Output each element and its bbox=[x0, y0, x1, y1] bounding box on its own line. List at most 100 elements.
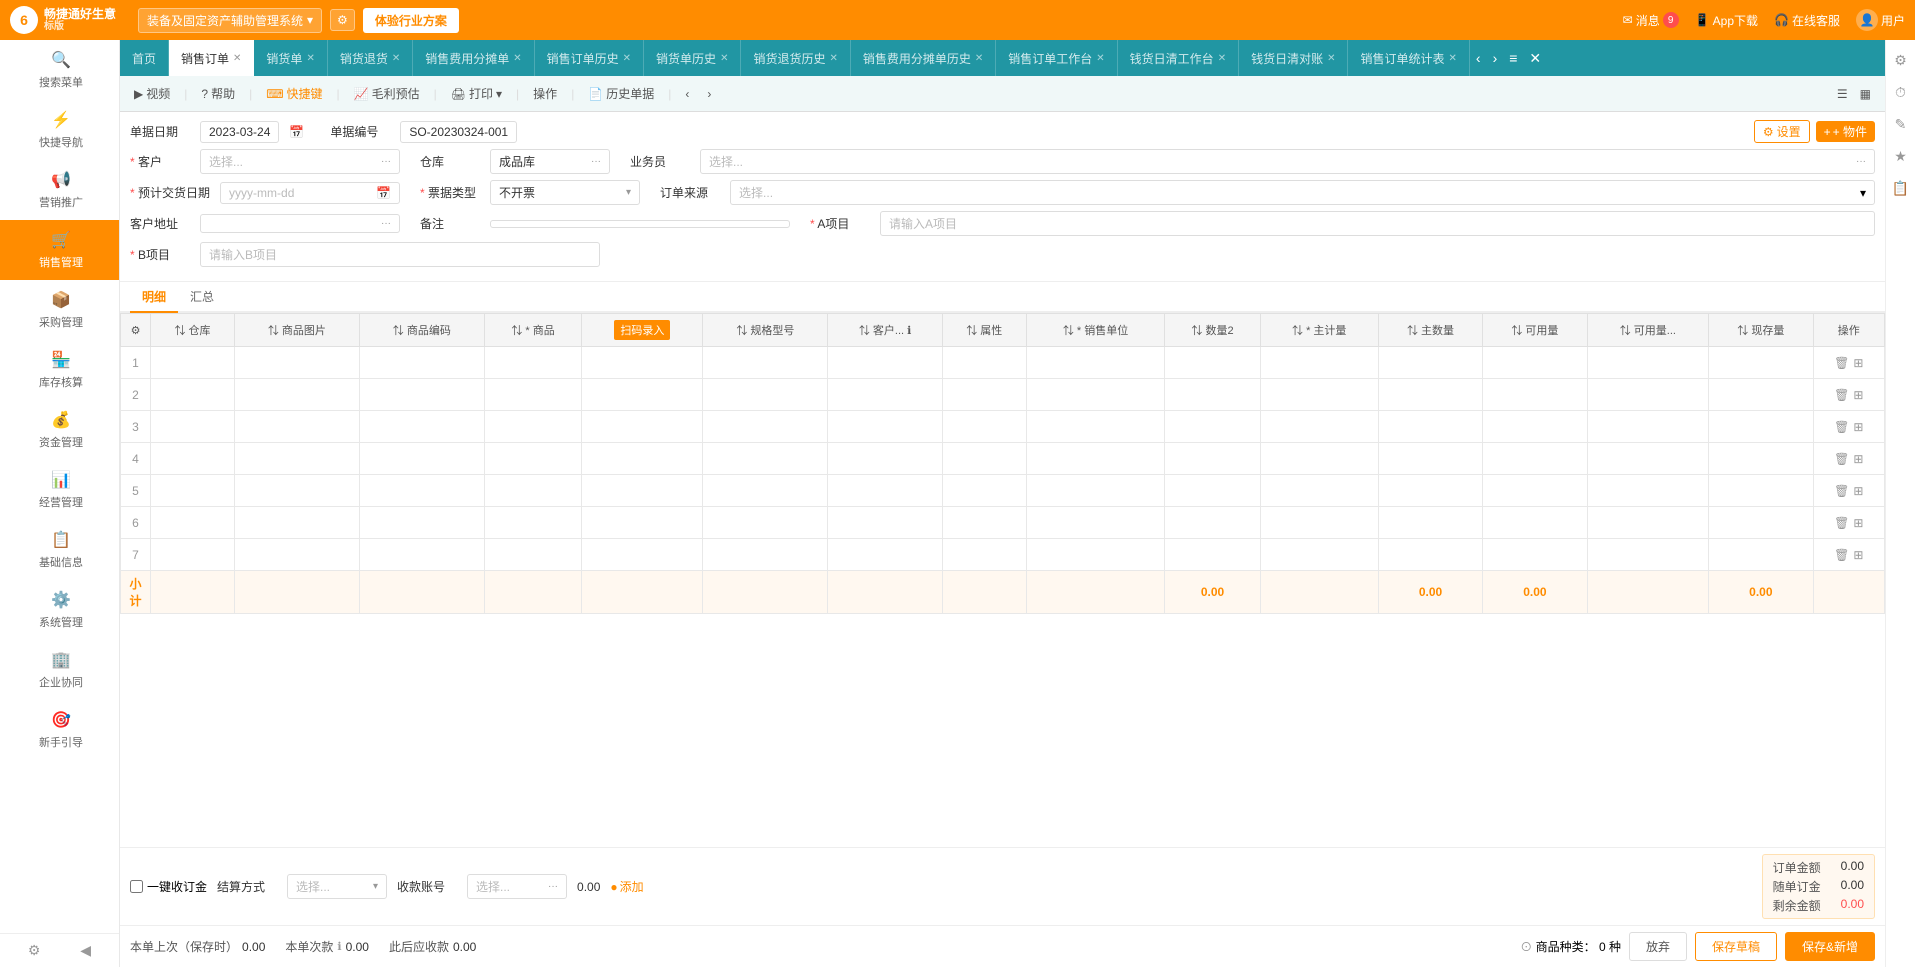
tab-close-all-btn[interactable]: ✕ bbox=[1523, 50, 1547, 67]
table-cell-row4-col8[interactable] bbox=[942, 443, 1026, 475]
close-tab-sales-expense[interactable]: ✕ bbox=[513, 53, 521, 64]
right-panel-star-icon[interactable]: ★ bbox=[1889, 144, 1913, 168]
sidebar-item-finance[interactable]: 💰 资金管理 bbox=[0, 400, 119, 460]
table-cell-row5-col16[interactable]: 🗑⊞ bbox=[1813, 475, 1884, 507]
table-cell-row1-col9[interactable] bbox=[1026, 347, 1165, 379]
col-available2[interactable]: ⇅ 可用量... bbox=[1587, 314, 1709, 347]
table-cell-row3-col13[interactable] bbox=[1483, 411, 1587, 443]
operate-btn[interactable]: 操作 bbox=[529, 83, 561, 104]
table-cell-row2-col10[interactable] bbox=[1165, 379, 1260, 411]
profit-btn[interactable]: 📈 毛利预估 bbox=[350, 83, 424, 104]
save-new-btn[interactable]: 保存&新增 bbox=[1785, 932, 1875, 961]
copy-icon-row6[interactable]: ⊞ bbox=[1853, 516, 1863, 530]
sidebar-collapse-icon[interactable]: ◀ bbox=[80, 942, 91, 959]
close-tab-daily-clear-workbench[interactable]: ✕ bbox=[1218, 53, 1226, 64]
address-more-icon[interactable]: ··· bbox=[381, 218, 391, 229]
settings-icon[interactable]: ⚙ bbox=[330, 9, 355, 31]
table-cell-row7-col12[interactable] bbox=[1378, 539, 1482, 571]
close-tab-sales-order-history[interactable]: ✕ bbox=[623, 53, 631, 64]
table-cell-row7-col10[interactable] bbox=[1165, 539, 1260, 571]
user-avatar[interactable]: 👤 用户 bbox=[1856, 9, 1905, 31]
sidebar-item-marketing[interactable]: 📢 营销推广 bbox=[0, 160, 119, 220]
table-cell-row5-col4[interactable] bbox=[484, 475, 582, 507]
right-panel-settings-icon[interactable]: ⚙ bbox=[1889, 48, 1913, 72]
address-field[interactable]: ··· bbox=[200, 214, 400, 233]
print-btn[interactable]: 🖨 打印 ▾ bbox=[447, 83, 506, 104]
table-cell-row1-col5[interactable] bbox=[582, 347, 703, 379]
table-cell-row7-col2[interactable] bbox=[234, 539, 359, 571]
add-item-btn[interactable]: + + 物件 bbox=[1816, 121, 1875, 142]
tab-sales-summary[interactable]: 销售订单统计表 ✕ bbox=[1348, 40, 1469, 76]
table-cell-row6-col6[interactable] bbox=[703, 507, 828, 539]
table-cell-row1-col6[interactable] bbox=[703, 347, 828, 379]
toolbar-table-icon[interactable]: ▦ bbox=[1856, 85, 1875, 103]
close-tab-sales-order[interactable]: ✕ bbox=[233, 53, 241, 64]
tab-sales-expense[interactable]: 销售费用分摊单 ✕ bbox=[413, 40, 534, 76]
table-cell-row4-col6[interactable] bbox=[703, 443, 828, 475]
remark-field[interactable] bbox=[490, 220, 790, 228]
salesman-more-icon[interactable]: ··· bbox=[1856, 156, 1866, 167]
tab-sales-workbench[interactable]: 销售订单工作台 ✕ bbox=[996, 40, 1117, 76]
warehouse-more-icon[interactable]: ··· bbox=[591, 156, 601, 167]
table-cell-row6-col7[interactable] bbox=[828, 507, 942, 539]
customer-more-icon[interactable]: ··· bbox=[381, 156, 391, 167]
setup-btn[interactable]: ⚙ 设置 bbox=[1754, 120, 1810, 143]
tab-daily-clear-reconcile[interactable]: 钱货日清对账 ✕ bbox=[1239, 40, 1348, 76]
app-download-btn[interactable]: 📱 App下载 bbox=[1695, 12, 1758, 29]
sidebar-settings-icon[interactable]: ⚙ bbox=[28, 942, 41, 959]
tab-sales-order[interactable]: 销售订单 ✕ bbox=[169, 40, 254, 76]
table-cell-row5-col3[interactable] bbox=[359, 475, 484, 507]
table-cell-row5-col7[interactable] bbox=[828, 475, 942, 507]
add-payment-btn[interactable]: ● 添加 bbox=[610, 878, 643, 895]
table-cell-row3-col5[interactable] bbox=[582, 411, 703, 443]
tab-sales-expense-history[interactable]: 销售费用分摊单历史 ✕ bbox=[851, 40, 996, 76]
table-cell-row2-col4[interactable] bbox=[484, 379, 582, 411]
table-cell-row5-col1[interactable] bbox=[151, 475, 235, 507]
table-cell-row2-col7[interactable] bbox=[828, 379, 942, 411]
tab-sales-return[interactable]: 销货退货 ✕ bbox=[328, 40, 413, 76]
toolbar-prev-btn[interactable]: ‹ bbox=[681, 85, 693, 103]
table-cell-row1-col15[interactable] bbox=[1709, 347, 1813, 379]
table-cell-row1-col1[interactable] bbox=[151, 347, 235, 379]
toolbar-grid-icon[interactable]: ☰ bbox=[1833, 85, 1852, 103]
table-cell-row6-col4[interactable] bbox=[484, 507, 582, 539]
bank-more-icon[interactable]: ··· bbox=[548, 881, 558, 892]
col-available[interactable]: ⇅ 可用量 bbox=[1483, 314, 1587, 347]
table-cell-row2-col14[interactable] bbox=[1587, 379, 1709, 411]
message-btn[interactable]: ✉ 消息 9 bbox=[1623, 12, 1679, 29]
system-selector[interactable]: 装备及固定资产辅助管理系统 ▾ bbox=[138, 8, 322, 33]
table-cell-row1-col11[interactable] bbox=[1260, 347, 1378, 379]
table-cell-row4-col13[interactable] bbox=[1483, 443, 1587, 475]
table-cell-row5-col11[interactable] bbox=[1260, 475, 1378, 507]
right-panel-edit-icon[interactable]: ✎ bbox=[1889, 112, 1913, 136]
table-cell-row7-col8[interactable] bbox=[942, 539, 1026, 571]
table-cell-row2-col6[interactable] bbox=[703, 379, 828, 411]
table-cell-row4-col11[interactable] bbox=[1260, 443, 1378, 475]
table-cell-row4-col1[interactable] bbox=[151, 443, 235, 475]
col-qty2[interactable]: ⇅ 数量2 bbox=[1165, 314, 1260, 347]
table-cell-row6-col14[interactable] bbox=[1587, 507, 1709, 539]
b-project-field[interactable]: 请输入B项目 bbox=[200, 242, 600, 267]
order-source-field[interactable]: 选择... ▾ bbox=[730, 180, 1875, 205]
table-cell-row7-col13[interactable] bbox=[1483, 539, 1587, 571]
table-cell-row2-col5[interactable] bbox=[582, 379, 703, 411]
customer-field[interactable]: 选择... ··· bbox=[200, 149, 400, 174]
table-cell-row4-col9[interactable] bbox=[1026, 443, 1165, 475]
sidebar-item-system[interactable]: ⚙️ 系统管理 bbox=[0, 580, 119, 640]
table-cell-row4-col5[interactable] bbox=[582, 443, 703, 475]
history-btn[interactable]: 📄 历史单据 bbox=[584, 83, 658, 104]
delivery-date-calendar-icon[interactable]: 📅 bbox=[376, 186, 391, 200]
a-project-field[interactable]: 请输入A项目 bbox=[880, 211, 1875, 236]
col-stock[interactable]: ⇅ 现存量 bbox=[1709, 314, 1813, 347]
table-cell-row1-col12[interactable] bbox=[1378, 347, 1482, 379]
table-cell-row2-col8[interactable] bbox=[942, 379, 1026, 411]
delete-icon-row4[interactable]: 🗑 bbox=[1834, 452, 1849, 466]
table-cell-row3-col11[interactable] bbox=[1260, 411, 1378, 443]
copy-icon-row5[interactable]: ⊞ bbox=[1853, 484, 1863, 498]
table-cell-row2-col16[interactable]: 🗑⊞ bbox=[1813, 379, 1884, 411]
close-tab-sales-delivery[interactable]: ✕ bbox=[306, 53, 314, 64]
close-tab-daily-clear-reconcile[interactable]: ✕ bbox=[1327, 53, 1335, 64]
table-cell-row5-col13[interactable] bbox=[1483, 475, 1587, 507]
table-cell-row6-col12[interactable] bbox=[1378, 507, 1482, 539]
table-cell-row6-col8[interactable] bbox=[942, 507, 1026, 539]
